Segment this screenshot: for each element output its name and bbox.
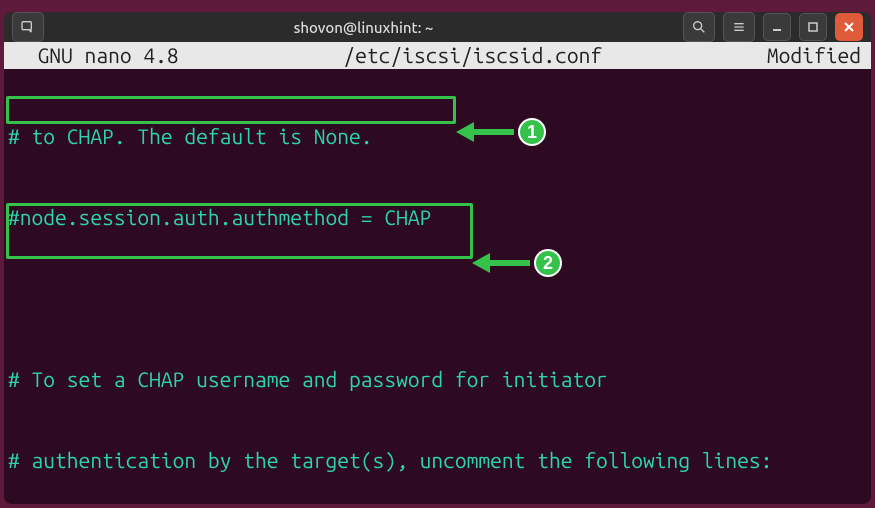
maximize-button[interactable] [799,13,827,41]
nano-app-name: GNU nano 4.8 [14,42,179,69]
editor-line: #node.session.auth.authmethod = CHAP [8,204,867,231]
editor-area[interactable]: # to CHAP. The default is None. #node.se… [4,69,871,504]
minimize-icon [771,21,783,33]
close-icon [843,21,855,33]
maximize-icon [807,21,819,33]
hamburger-icon [731,19,747,35]
editor-line: # To set a CHAP username and password fo… [8,366,867,393]
menu-button[interactable] [723,12,755,42]
nano-filename: /etc/iscsi/iscsid.conf [179,42,767,69]
minimize-button[interactable] [763,13,791,41]
terminal-window: shovon@linuxhint: ~ GNU nano 4.8 /etc/is… [4,12,871,504]
search-button[interactable] [683,12,715,42]
new-tab-button[interactable] [12,12,44,42]
nano-statusbar: GNU nano 4.8 /etc/iscsi/iscsid.conf Modi… [4,42,871,69]
editor-line: # authentication by the target(s), uncom… [8,447,867,474]
highlight-box-1 [6,96,456,124]
search-icon [691,19,707,35]
window-title: shovon@linuxhint: ~ [52,19,675,36]
titlebar: shovon@linuxhint: ~ [4,12,871,42]
editor-line [8,285,867,312]
editor-line: # to CHAP. The default is None. [8,123,867,150]
nano-modified-state: Modified [767,42,861,69]
terminal-plus-icon [20,19,36,35]
close-button[interactable] [835,13,863,41]
